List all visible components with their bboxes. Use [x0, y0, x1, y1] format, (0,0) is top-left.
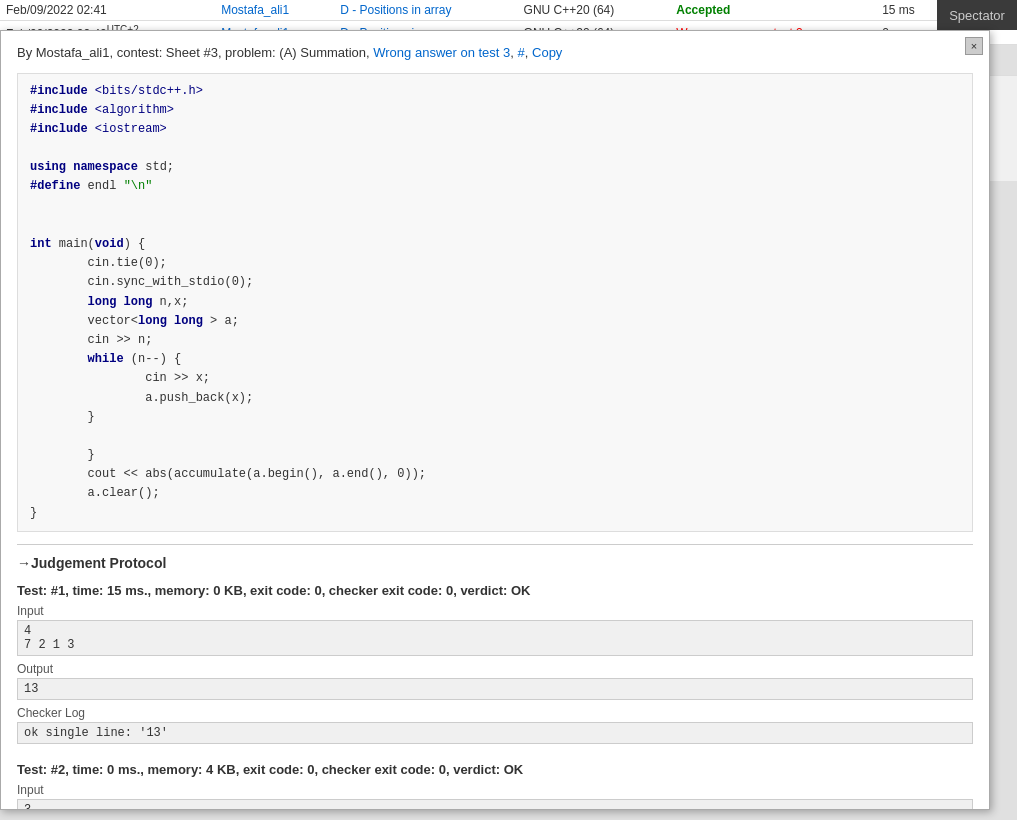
spectator-bar: Spectator	[937, 0, 1017, 30]
header-prefix: By Mostafa_ali1, contest: Sheet #3, prob…	[17, 45, 370, 60]
spectator-label: Spectator	[949, 8, 1005, 23]
verdict-link[interactable]: Wrong answer on test 3	[373, 45, 510, 60]
hash-link[interactable]: #	[518, 45, 525, 60]
submission-time: 15 ms	[876, 0, 942, 21]
submission-problem[interactable]: D - Positions in array	[334, 0, 517, 21]
submission-modal: × By Mostafa_ali1, contest: Sheet #3, pr…	[0, 30, 990, 181]
submission-user[interactable]: Mostafa_ali1	[215, 0, 334, 21]
submission-verdict: Accepted	[670, 0, 876, 21]
submission-date: Feb/09/2022 02:41	[0, 0, 215, 21]
submission-lang: GNU C++20 (64)	[518, 0, 671, 21]
modal-header: By Mostafa_ali1, contest: Sheet #3, prob…	[17, 43, 973, 63]
table-row: Feb/09/2022 02:41 Mostafa_ali1 D - Posit…	[0, 0, 1017, 21]
code-block: #include <bits/stdc++.h> #include <algor…	[17, 73, 973, 182]
copy-link[interactable]: Copy	[532, 45, 562, 60]
modal-content[interactable]: By Mostafa_ali1, contest: Sheet #3, prob…	[1, 31, 989, 181]
close-button[interactable]: ×	[965, 37, 983, 55]
